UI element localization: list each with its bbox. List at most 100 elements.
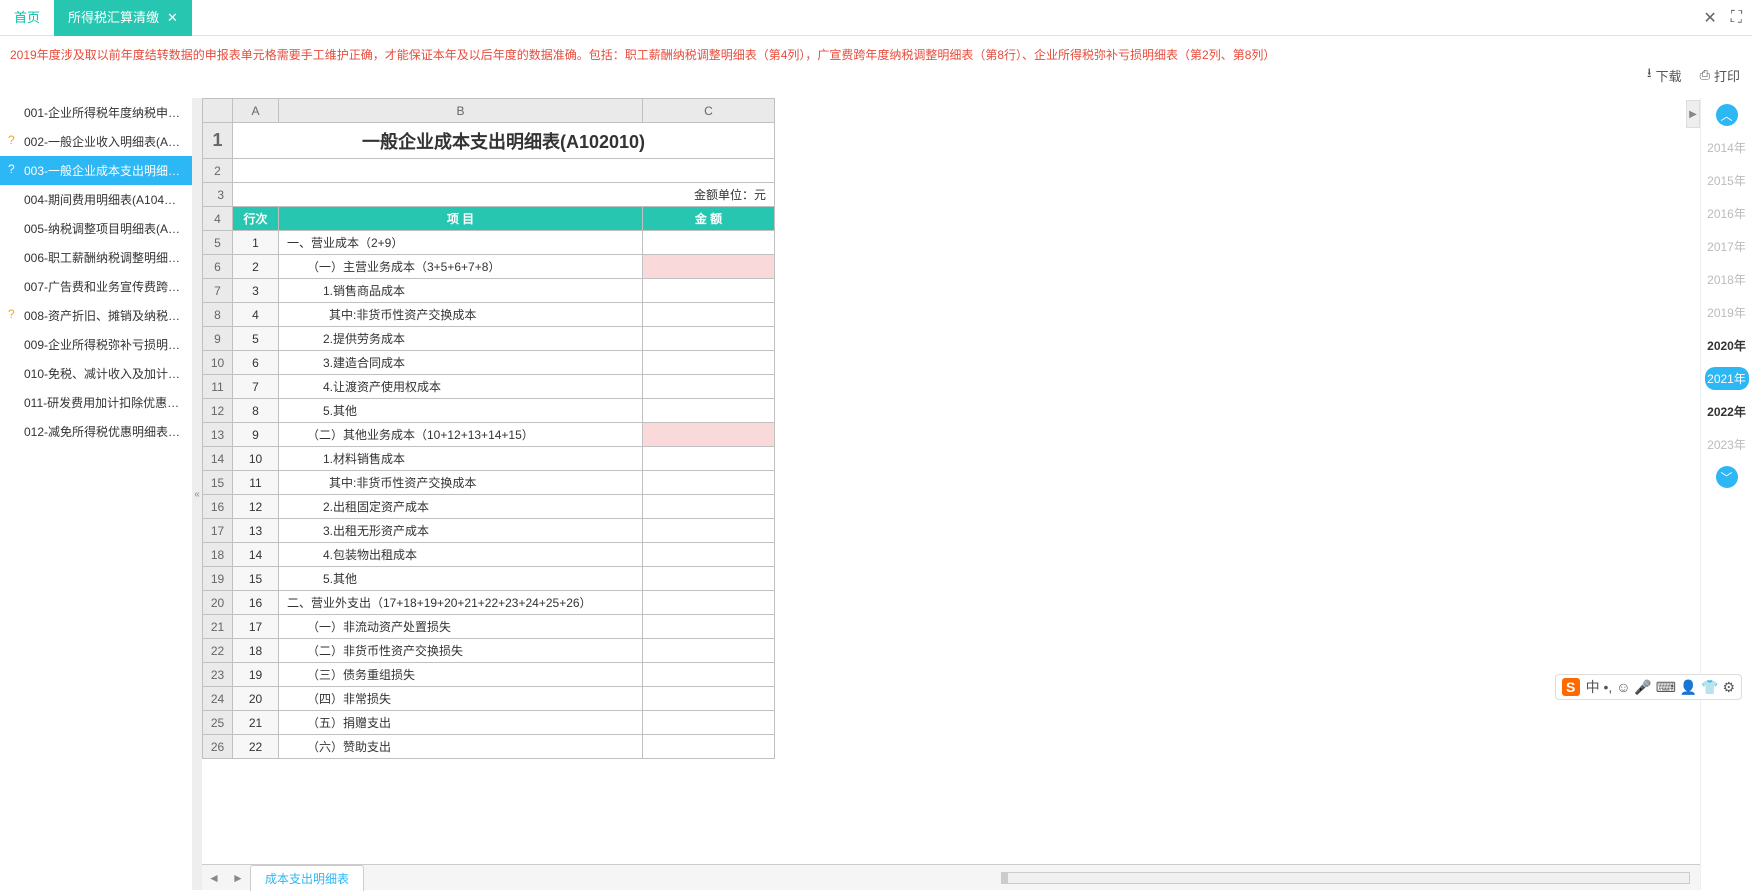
row-num[interactable]: 14 — [203, 447, 233, 471]
row-num[interactable]: 20 — [203, 591, 233, 615]
download-button[interactable]: ⭳ 下载 — [1647, 64, 1682, 86]
sidebar-item[interactable]: ?008-资产折旧、摊销及纳税… — [0, 301, 192, 330]
year-option[interactable]: 2018年 — [1705, 268, 1749, 291]
row-num[interactable]: 12 — [203, 399, 233, 423]
tab-close-icon[interactable]: ✕ — [167, 0, 178, 36]
line-number-cell[interactable]: 15 — [233, 567, 279, 591]
year-option[interactable]: 2021年 — [1705, 367, 1749, 390]
sidebar-item[interactable]: 010-免税、减计收入及加计… — [0, 359, 192, 388]
line-number-cell[interactable]: 17 — [233, 615, 279, 639]
sidebar-item[interactable]: 006-职工薪酬纳税调整明细… — [0, 243, 192, 272]
amount-cell[interactable] — [643, 447, 775, 471]
row-num[interactable]: 15 — [203, 471, 233, 495]
row-num[interactable]: 9 — [203, 327, 233, 351]
row-num[interactable]: 18 — [203, 543, 233, 567]
line-number-cell[interactable]: 2 — [233, 255, 279, 279]
item-cell[interactable]: （五）捐赠支出 — [279, 711, 643, 735]
row-num[interactable]: 3 — [203, 183, 233, 207]
amount-cell[interactable] — [643, 303, 775, 327]
row-num[interactable]: 26 — [203, 735, 233, 759]
item-cell[interactable]: 1.材料销售成本 — [279, 447, 643, 471]
row-num[interactable]: 7 — [203, 279, 233, 303]
item-cell[interactable]: 4.包装物出租成本 — [279, 543, 643, 567]
sidebar-item[interactable]: ?002-一般企业收入明细表(A10… — [0, 127, 192, 156]
sidebar-item[interactable]: 011-研发费用加计扣除优惠… — [0, 388, 192, 417]
row-num[interactable]: 1 — [203, 123, 233, 159]
tab-active[interactable]: 所得税汇算清缴 ✕ — [54, 0, 192, 36]
grid-corner[interactable] — [203, 99, 233, 123]
line-number-cell[interactable]: 14 — [233, 543, 279, 567]
item-cell[interactable]: 二、营业外支出（17+18+19+20+21+22+23+24+25+26） — [279, 591, 643, 615]
amount-cell[interactable] — [643, 375, 775, 399]
line-number-cell[interactable]: 9 — [233, 423, 279, 447]
row-num[interactable]: 8 — [203, 303, 233, 327]
sidebar-item[interactable]: 009-企业所得税弥补亏损明… — [0, 330, 192, 359]
item-cell[interactable]: 其中:非货币性资产交换成本 — [279, 303, 643, 327]
line-number-cell[interactable]: 16 — [233, 591, 279, 615]
row-num[interactable]: 23 — [203, 663, 233, 687]
col-a[interactable]: A — [233, 99, 279, 123]
line-number-cell[interactable]: 8 — [233, 399, 279, 423]
sidebar-item[interactable]: 001-企业所得税年度纳税申… — [0, 98, 192, 127]
row-num[interactable]: 10 — [203, 351, 233, 375]
row-num[interactable]: 19 — [203, 567, 233, 591]
item-cell[interactable]: 一、营业成本（2+9） — [279, 231, 643, 255]
sidebar-item[interactable]: ?003-一般企业成本支出明细… — [0, 156, 192, 185]
sheet-nav-next[interactable]: ► — [226, 871, 250, 885]
amount-cell[interactable] — [643, 495, 775, 519]
sidebar-item[interactable]: 012-减免所得税优惠明细表(… — [0, 417, 192, 446]
line-number-cell[interactable]: 5 — [233, 327, 279, 351]
window-expand-icon[interactable]: ⛶ — [1731, 9, 1742, 27]
amount-cell[interactable] — [643, 567, 775, 591]
item-cell[interactable]: 3.建造合同成本 — [279, 351, 643, 375]
row-num[interactable]: 4 — [203, 207, 233, 231]
sheet-tab[interactable]: 成本支出明细表 — [250, 865, 364, 891]
item-cell[interactable]: （二）非货币性资产交换损失 — [279, 639, 643, 663]
year-option[interactable]: 2022年 — [1705, 400, 1749, 423]
sidebar-collapse-handle[interactable]: « — [192, 98, 202, 890]
amount-cell[interactable] — [643, 255, 775, 279]
right-panel-expander[interactable]: ▶ — [1686, 100, 1700, 128]
line-number-cell[interactable]: 12 — [233, 495, 279, 519]
amount-cell[interactable] — [643, 711, 775, 735]
line-number-cell[interactable]: 18 — [233, 639, 279, 663]
line-number-cell[interactable]: 10 — [233, 447, 279, 471]
sidebar-item[interactable]: 004-期间费用明细表(A1040… — [0, 185, 192, 214]
horizontal-scrollbar[interactable] — [1001, 872, 1690, 884]
item-cell[interactable]: 其中:非货币性资产交换成本 — [279, 471, 643, 495]
amount-cell[interactable] — [643, 735, 775, 759]
ime-toolbar[interactable]: S 中 •, ☺ 🎤 ⌨ 👤 👕 ⚙ — [1555, 674, 1742, 700]
amount-cell[interactable] — [643, 231, 775, 255]
line-number-cell[interactable]: 1 — [233, 231, 279, 255]
line-number-cell[interactable]: 22 — [233, 735, 279, 759]
line-number-cell[interactable]: 11 — [233, 471, 279, 495]
row-num[interactable]: 22 — [203, 639, 233, 663]
line-number-cell[interactable]: 19 — [233, 663, 279, 687]
row-num[interactable]: 2 — [203, 159, 233, 183]
item-cell[interactable]: （六）赞助支出 — [279, 735, 643, 759]
item-cell[interactable]: 4.让渡资产使用权成本 — [279, 375, 643, 399]
item-cell[interactable]: 5.其他 — [279, 399, 643, 423]
year-option[interactable]: 2020年 — [1705, 334, 1749, 357]
year-option[interactable]: 2017年 — [1705, 235, 1749, 258]
row-num[interactable]: 5 — [203, 231, 233, 255]
year-up-icon[interactable]: ︿ — [1716, 104, 1738, 126]
col-c[interactable]: C — [643, 99, 775, 123]
year-down-icon[interactable]: ﹀ — [1716, 466, 1738, 488]
row-num[interactable]: 25 — [203, 711, 233, 735]
tab-home[interactable]: 首页 — [0, 0, 54, 36]
print-button[interactable]: ⎙ 打印 — [1700, 64, 1740, 86]
amount-cell[interactable] — [643, 399, 775, 423]
row-num[interactable]: 17 — [203, 519, 233, 543]
item-cell[interactable]: 3.出租无形资产成本 — [279, 519, 643, 543]
item-cell[interactable]: 1.销售商品成本 — [279, 279, 643, 303]
row-num[interactable]: 13 — [203, 423, 233, 447]
amount-cell[interactable] — [643, 471, 775, 495]
item-cell[interactable]: （二）其他业务成本（10+12+13+14+15） — [279, 423, 643, 447]
item-cell[interactable]: 2.提供劳务成本 — [279, 327, 643, 351]
amount-cell[interactable] — [643, 663, 775, 687]
amount-cell[interactable] — [643, 519, 775, 543]
row-num[interactable]: 16 — [203, 495, 233, 519]
line-number-cell[interactable]: 7 — [233, 375, 279, 399]
year-option[interactable]: 2023年 — [1705, 433, 1749, 456]
